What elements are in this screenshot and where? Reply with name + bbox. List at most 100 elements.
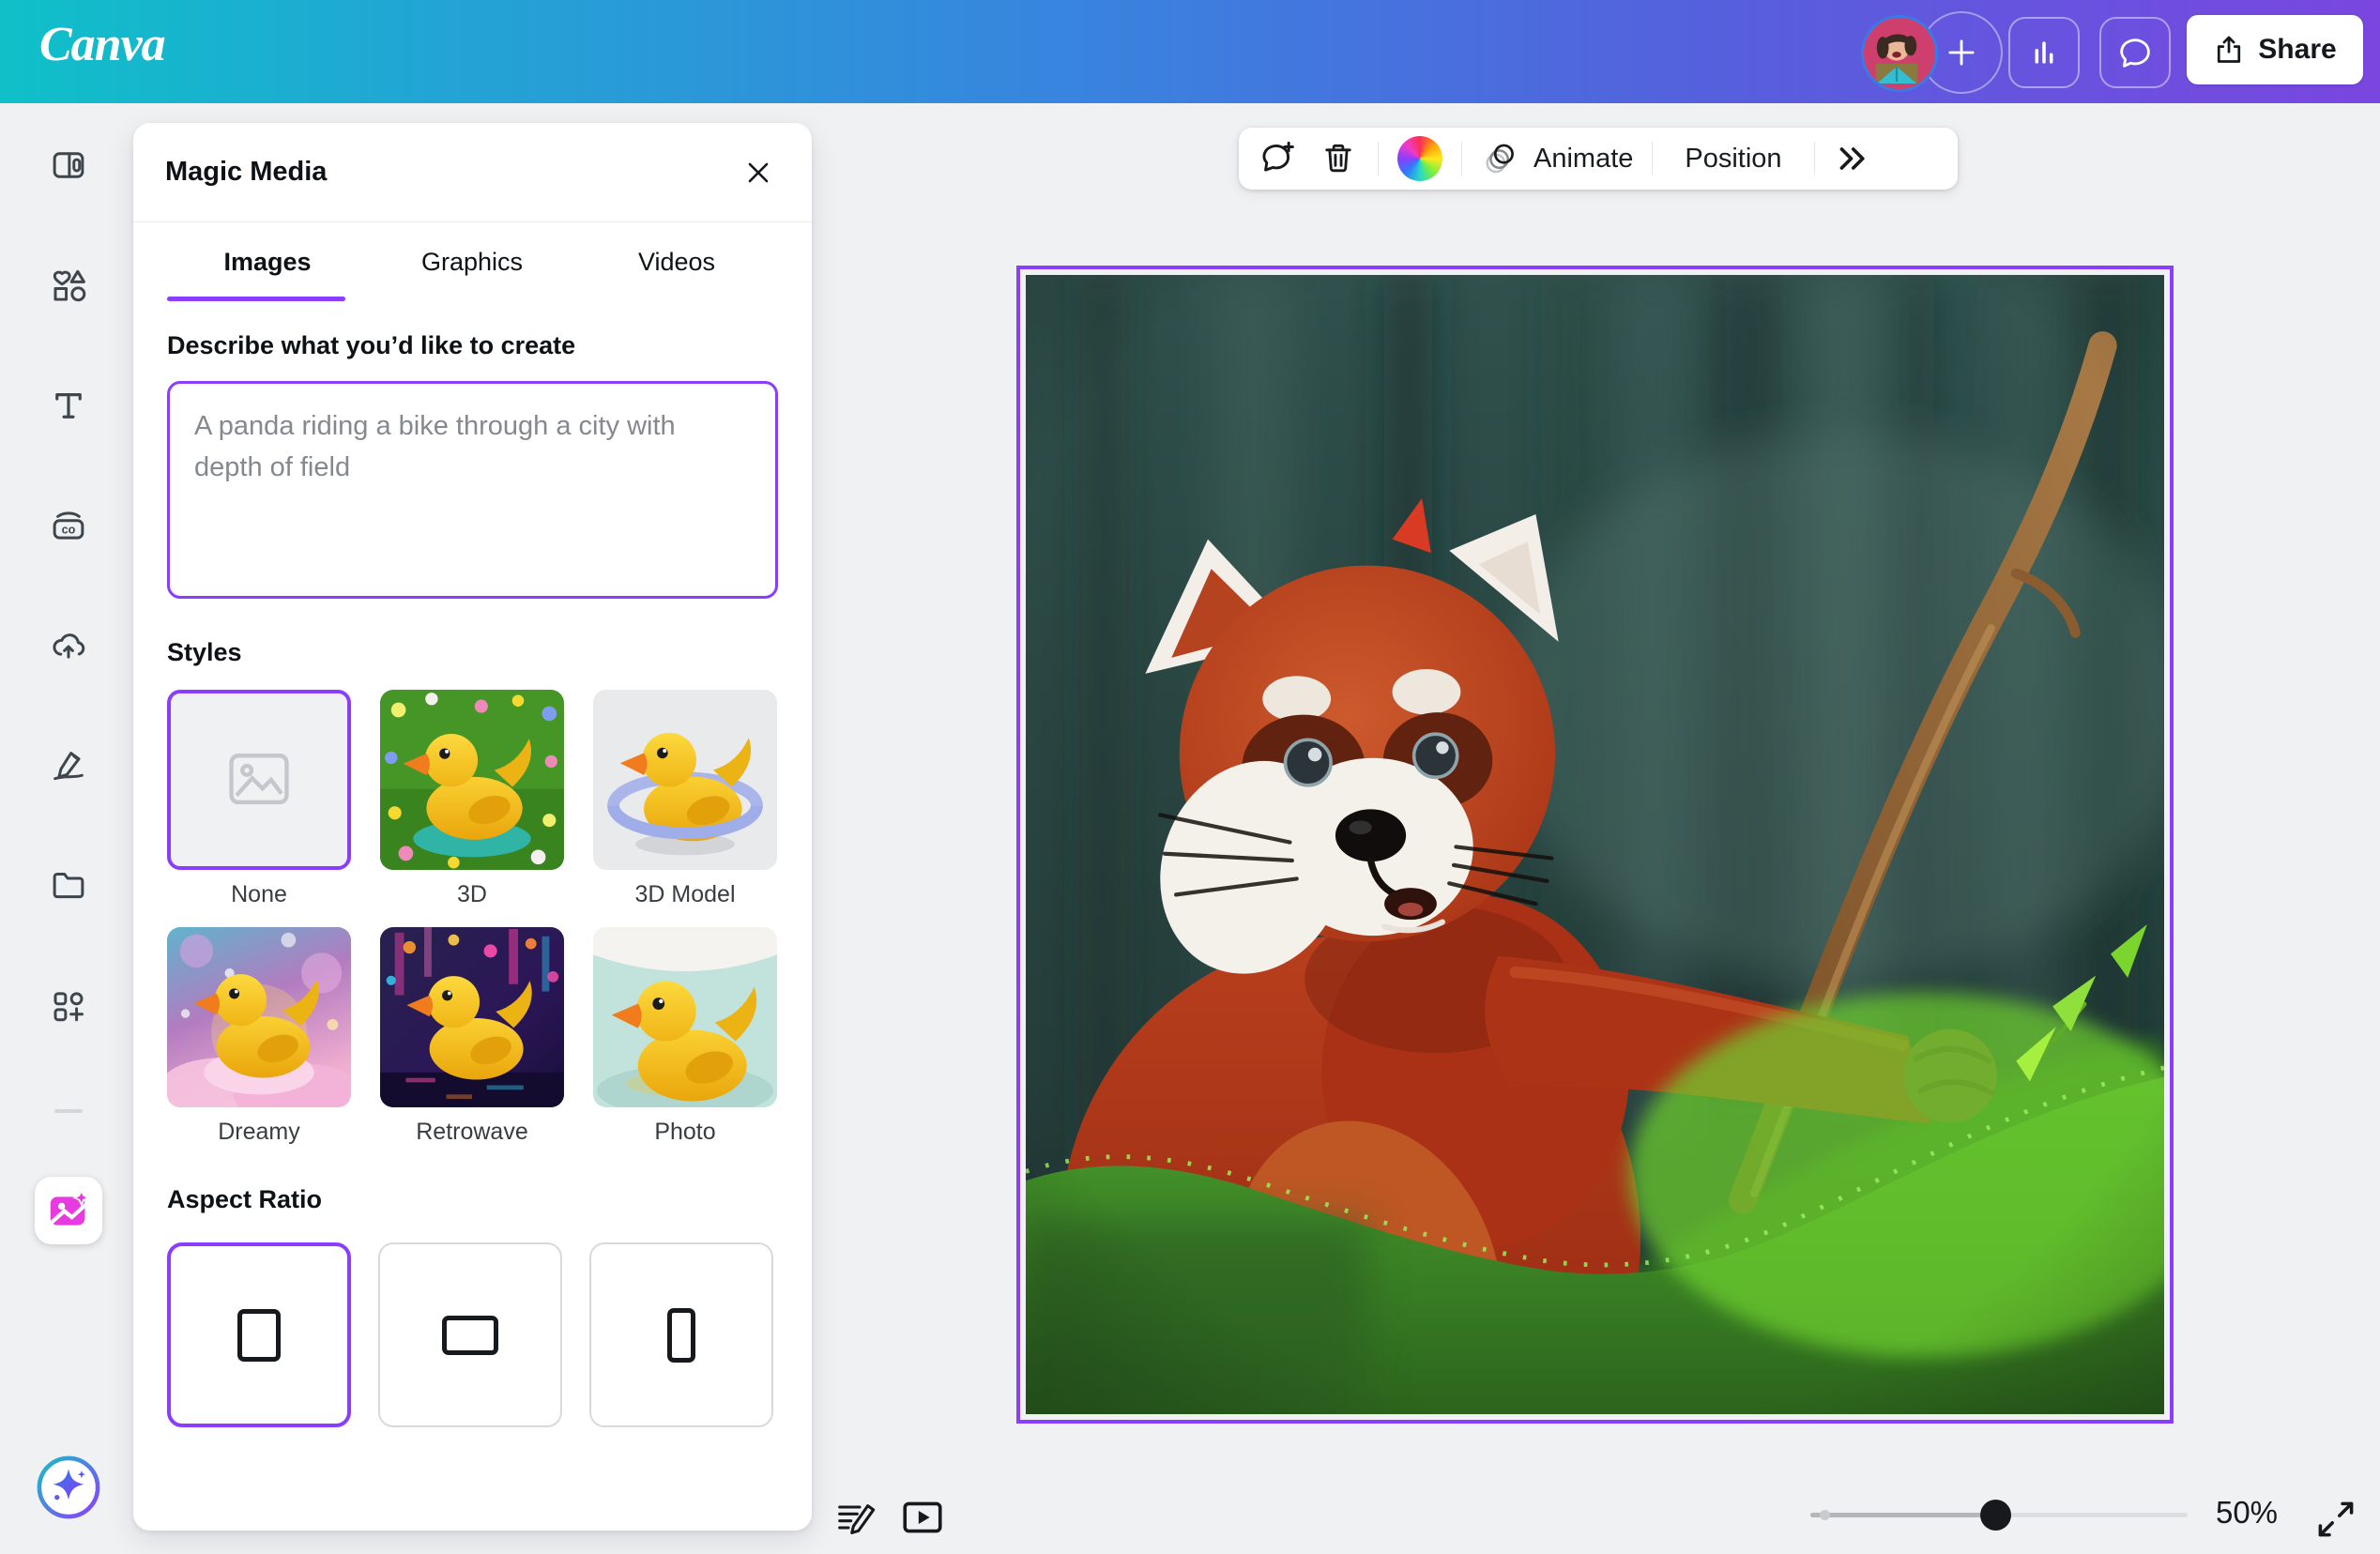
- style-label: Dreamy: [167, 1119, 351, 1146]
- speech-bubble-icon: [2114, 32, 2156, 73]
- zoom-slider-thumb[interactable]: [1980, 1500, 2011, 1531]
- expand-icon: [2314, 1498, 2357, 1541]
- sidebar-item-uploads[interactable]: [42, 618, 95, 671]
- sidebar-item-magic-media[interactable]: [35, 1177, 102, 1244]
- toolbar-divider: [1652, 142, 1653, 175]
- notes-button[interactable]: [833, 1496, 878, 1541]
- zoom-slider[interactable]: [1810, 1513, 2188, 1517]
- notes-icon: [833, 1496, 878, 1541]
- sidebar-item-text[interactable]: [42, 379, 95, 432]
- styles-grid: None: [167, 690, 778, 1146]
- landscape-ratio-icon: [442, 1316, 498, 1355]
- page-title: Magic Media: [165, 157, 327, 188]
- fullscreen-button[interactable]: [2314, 1498, 2357, 1546]
- tab-images[interactable]: Images: [165, 222, 370, 301]
- context-toolbar: Animate Position: [1239, 128, 1958, 190]
- style-thumb-dreamy[interactable]: [167, 927, 351, 1107]
- sidebar-item-canva-assistant[interactable]: [35, 1454, 102, 1521]
- style-thumb-3d-model[interactable]: [593, 690, 777, 870]
- text-icon: [49, 386, 88, 425]
- add-comment-icon: [1256, 137, 1299, 180]
- aspect-option-square[interactable]: [167, 1242, 351, 1427]
- brand-hub-icon: co: [49, 506, 88, 545]
- shapes-icon: [49, 266, 88, 305]
- aspect-ratio-heading: Aspect Ratio: [167, 1185, 778, 1214]
- styles-heading: Styles: [167, 638, 778, 667]
- delete-button[interactable]: [1318, 138, 1359, 179]
- style-label: None: [167, 881, 351, 908]
- sidebar-item-projects[interactable]: [42, 859, 95, 911]
- portrait-ratio-icon: [667, 1308, 695, 1363]
- aspect-option-portrait[interactable]: [589, 1242, 773, 1427]
- sparkle-assistant-icon: [35, 1454, 102, 1521]
- add-comment-button[interactable]: [1256, 137, 1299, 180]
- magic-media-panel: Magic Media Images Graphics Videos Descr…: [133, 123, 812, 1531]
- design-icon: [49, 145, 88, 185]
- zoom-percentage[interactable]: 50%: [2207, 1495, 2286, 1531]
- style-label: 3D: [380, 881, 564, 908]
- style-option-retrowave[interactable]: Retrowave: [380, 927, 564, 1146]
- style-label: Retrowave: [380, 1119, 564, 1146]
- double-chevron-right-icon: [1834, 140, 1871, 177]
- folder-icon: [49, 865, 88, 905]
- style-option-3d[interactable]: 3D: [380, 690, 564, 908]
- apps-grid-icon: [49, 986, 88, 1026]
- close-panel-button[interactable]: [737, 151, 780, 194]
- style-label: 3D Model: [593, 881, 777, 908]
- toolbar-divider: [1378, 142, 1379, 175]
- position-button[interactable]: Position: [1671, 144, 1794, 175]
- svg-text:co: co: [62, 523, 76, 536]
- plus-icon: [1941, 32, 1982, 73]
- cloud-upload-icon: [49, 625, 88, 664]
- share-label: Share: [2258, 34, 2336, 66]
- style-thumb-none[interactable]: [167, 690, 351, 870]
- square-ratio-icon: [237, 1309, 281, 1362]
- prompt-input[interactable]: [167, 381, 778, 599]
- style-option-none[interactable]: None: [167, 690, 351, 908]
- style-option-dreamy[interactable]: Dreamy: [167, 927, 351, 1146]
- style-thumb-retrowave[interactable]: [380, 927, 564, 1107]
- animate-label: Animate: [1533, 144, 1633, 175]
- bar-chart-icon: [2023, 32, 2065, 73]
- animate-button[interactable]: Animate: [1481, 138, 1633, 179]
- insights-button[interactable]: [2008, 17, 2080, 88]
- sidebar-item-draw[interactable]: [42, 738, 95, 790]
- aspect-ratio-options: [167, 1242, 778, 1427]
- active-tab-underline: [167, 297, 345, 301]
- animate-icon: [1481, 138, 1522, 179]
- avatar[interactable]: [1861, 15, 1938, 92]
- draw-pen-icon: [49, 744, 88, 784]
- sidebar-item-elements[interactable]: [42, 259, 95, 312]
- sidebar-item-apps[interactable]: [42, 980, 95, 1032]
- tab-graphics[interactable]: Graphics: [370, 222, 574, 301]
- share-icon: [2213, 34, 2245, 66]
- style-option-3d-model[interactable]: 3D Model: [593, 690, 777, 908]
- canvas-selected-element[interactable]: [1016, 266, 2174, 1424]
- style-label: Photo: [593, 1119, 777, 1146]
- tab-videos[interactable]: Videos: [574, 222, 779, 301]
- color-picker-button[interactable]: [1397, 136, 1442, 181]
- zoom-fit-marker: [1820, 1510, 1830, 1520]
- sidebar-item-design[interactable]: [42, 139, 95, 191]
- trash-icon: [1318, 138, 1359, 179]
- comments-button[interactable]: [2099, 17, 2171, 88]
- sidebar-divider: [54, 1109, 83, 1113]
- more-tools-button[interactable]: [1834, 140, 1871, 177]
- toolbar-divider: [1461, 142, 1462, 175]
- play-icon: [899, 1494, 946, 1541]
- style-thumb-photo[interactable]: [593, 927, 777, 1107]
- style-thumb-3d[interactable]: [380, 690, 564, 870]
- magic-media-icon: [48, 1190, 89, 1231]
- canva-logo[interactable]: Canva: [39, 17, 165, 72]
- close-icon: [742, 157, 774, 189]
- toolbar-divider: [1814, 142, 1815, 175]
- present-button[interactable]: [899, 1494, 946, 1541]
- style-option-photo[interactable]: Photo: [593, 927, 777, 1146]
- panel-tabs: Images Graphics Videos: [133, 222, 812, 301]
- share-button[interactable]: Share: [2187, 15, 2363, 84]
- describe-label: Describe what you’d like to create: [167, 331, 778, 360]
- sidebar-item-brand[interactable]: co: [42, 499, 95, 552]
- panel-header: Magic Media: [133, 123, 812, 222]
- aspect-option-landscape[interactable]: [378, 1242, 562, 1427]
- canvas-image[interactable]: [1026, 275, 2164, 1414]
